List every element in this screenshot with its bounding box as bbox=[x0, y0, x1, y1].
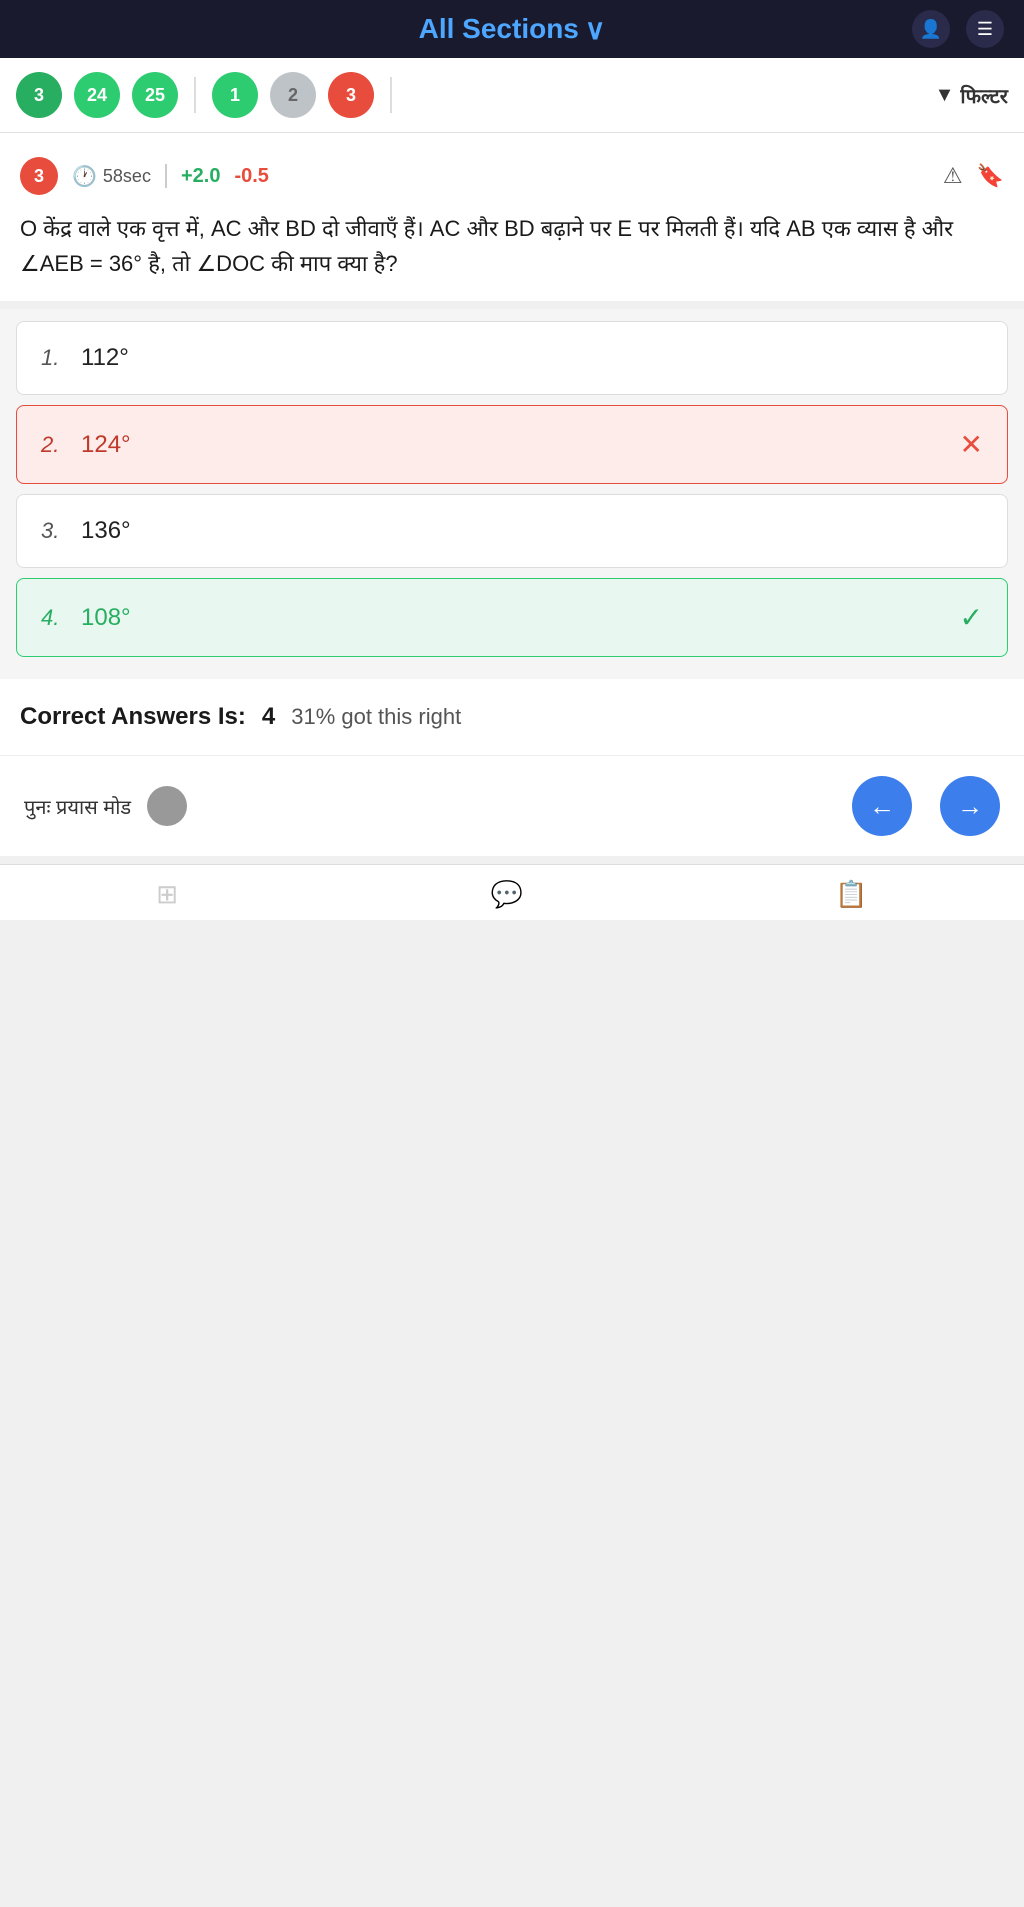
option-4-num: 4. bbox=[41, 605, 65, 631]
footer-nav: ⊞ 💬 📋 bbox=[0, 864, 1024, 920]
footer-nav-grid[interactable]: ⊞ bbox=[156, 879, 178, 910]
option-1-num: 1. bbox=[41, 345, 65, 371]
question-text: O केंद्र वाले एक वृत्त में, AC और BD दो … bbox=[20, 211, 1004, 281]
header-icons: 👤 ☰ bbox=[912, 10, 1004, 48]
header-title[interactable]: All Sections ∨ bbox=[419, 13, 606, 46]
filter-button[interactable]: ▼ फिल्टर bbox=[935, 82, 1008, 109]
correct-icon: ✓ bbox=[960, 601, 983, 634]
badge-1[interactable]: 1 bbox=[212, 72, 258, 118]
filter-icon: ▼ bbox=[935, 84, 955, 107]
footer-nav-list[interactable]: 📋 bbox=[835, 879, 867, 910]
option-4[interactable]: 4. 108° ✓ bbox=[16, 578, 1008, 657]
chevron-down-icon: ∨ bbox=[585, 13, 606, 46]
percent-text: 31% got this right bbox=[291, 704, 461, 730]
badge-2[interactable]: 2 bbox=[270, 72, 316, 118]
list-icon: 📋 bbox=[835, 879, 867, 910]
grid-icon: ⊞ bbox=[156, 879, 178, 910]
timer-text: 58sec bbox=[103, 166, 151, 187]
option-2-left: 2. 124° bbox=[41, 431, 131, 459]
option-4-left: 4. 108° bbox=[41, 604, 131, 632]
option-3-left: 3. 136° bbox=[41, 517, 131, 545]
bottom-bar: पुनः प्रयास मोड ← → bbox=[0, 755, 1024, 856]
divider-1 bbox=[194, 77, 196, 113]
correct-answer-row: Correct Answers Is: 4 31% got this right bbox=[0, 679, 1024, 755]
menu-icon[interactable]: ☰ bbox=[966, 10, 1004, 48]
score-positive: +2.0 bbox=[181, 165, 220, 188]
option-3-num: 3. bbox=[41, 518, 65, 544]
filter-label: फिल्टर bbox=[960, 82, 1008, 109]
divider-2 bbox=[390, 77, 392, 113]
bookmark-icon[interactable]: 🔖 bbox=[977, 163, 1004, 189]
badge-25[interactable]: 25 bbox=[132, 72, 178, 118]
next-button[interactable]: → bbox=[940, 776, 1000, 836]
retry-toggle[interactable] bbox=[147, 786, 187, 826]
meta-divider bbox=[165, 164, 167, 188]
option-3[interactable]: 3. 136° bbox=[16, 494, 1008, 568]
filter-bar: 3 24 25 1 2 3 ▼ फिल्टर bbox=[0, 58, 1024, 133]
option-4-text: 108° bbox=[81, 604, 131, 632]
footer-nav-chat[interactable]: 💬 bbox=[491, 879, 523, 910]
prev-arrow-icon: ← bbox=[869, 791, 895, 822]
next-arrow-icon: → bbox=[957, 791, 983, 822]
clock-icon: 🕐 bbox=[72, 164, 97, 189]
user-icon[interactable]: 👤 bbox=[912, 10, 950, 48]
retry-label: पुनः प्रयास मोड bbox=[24, 793, 131, 820]
correct-answer-label: Correct Answers Is: bbox=[20, 703, 246, 731]
question-number-badge: 3 bbox=[20, 157, 58, 195]
chat-icon: 💬 bbox=[491, 879, 523, 910]
wrong-icon: ✕ bbox=[960, 428, 983, 461]
options-container: 1. 112° 2. 124° ✕ 3. 136° 4. 108° ✓ bbox=[0, 309, 1024, 679]
correct-answer-num: 4 bbox=[262, 703, 275, 731]
question-meta: 3 🕐 58sec +2.0 -0.5 ⚠ 🔖 bbox=[20, 157, 1004, 195]
badge-red-3[interactable]: 3 bbox=[328, 72, 374, 118]
option-1[interactable]: 1. 112° bbox=[16, 321, 1008, 395]
option-2-text: 124° bbox=[81, 431, 131, 459]
option-2[interactable]: 2. 124° ✕ bbox=[16, 405, 1008, 484]
option-1-left: 1. 112° bbox=[41, 344, 129, 372]
warning-icon[interactable]: ⚠ bbox=[943, 163, 963, 189]
option-1-text: 112° bbox=[81, 344, 129, 372]
timer-info: 🕐 58sec bbox=[72, 164, 151, 189]
question-container: 3 🕐 58sec +2.0 -0.5 ⚠ 🔖 O केंद्र वाले एक… bbox=[0, 133, 1024, 301]
score-negative: -0.5 bbox=[234, 165, 268, 188]
app-header: All Sections ∨ 👤 ☰ bbox=[0, 0, 1024, 58]
prev-button[interactable]: ← bbox=[852, 776, 912, 836]
option-3-text: 136° bbox=[81, 517, 131, 545]
header-title-text: All Sections bbox=[419, 13, 579, 45]
option-2-num: 2. bbox=[41, 432, 65, 458]
badge-24[interactable]: 24 bbox=[74, 72, 120, 118]
meta-actions: ⚠ 🔖 bbox=[943, 163, 1004, 189]
badge-3[interactable]: 3 bbox=[16, 72, 62, 118]
